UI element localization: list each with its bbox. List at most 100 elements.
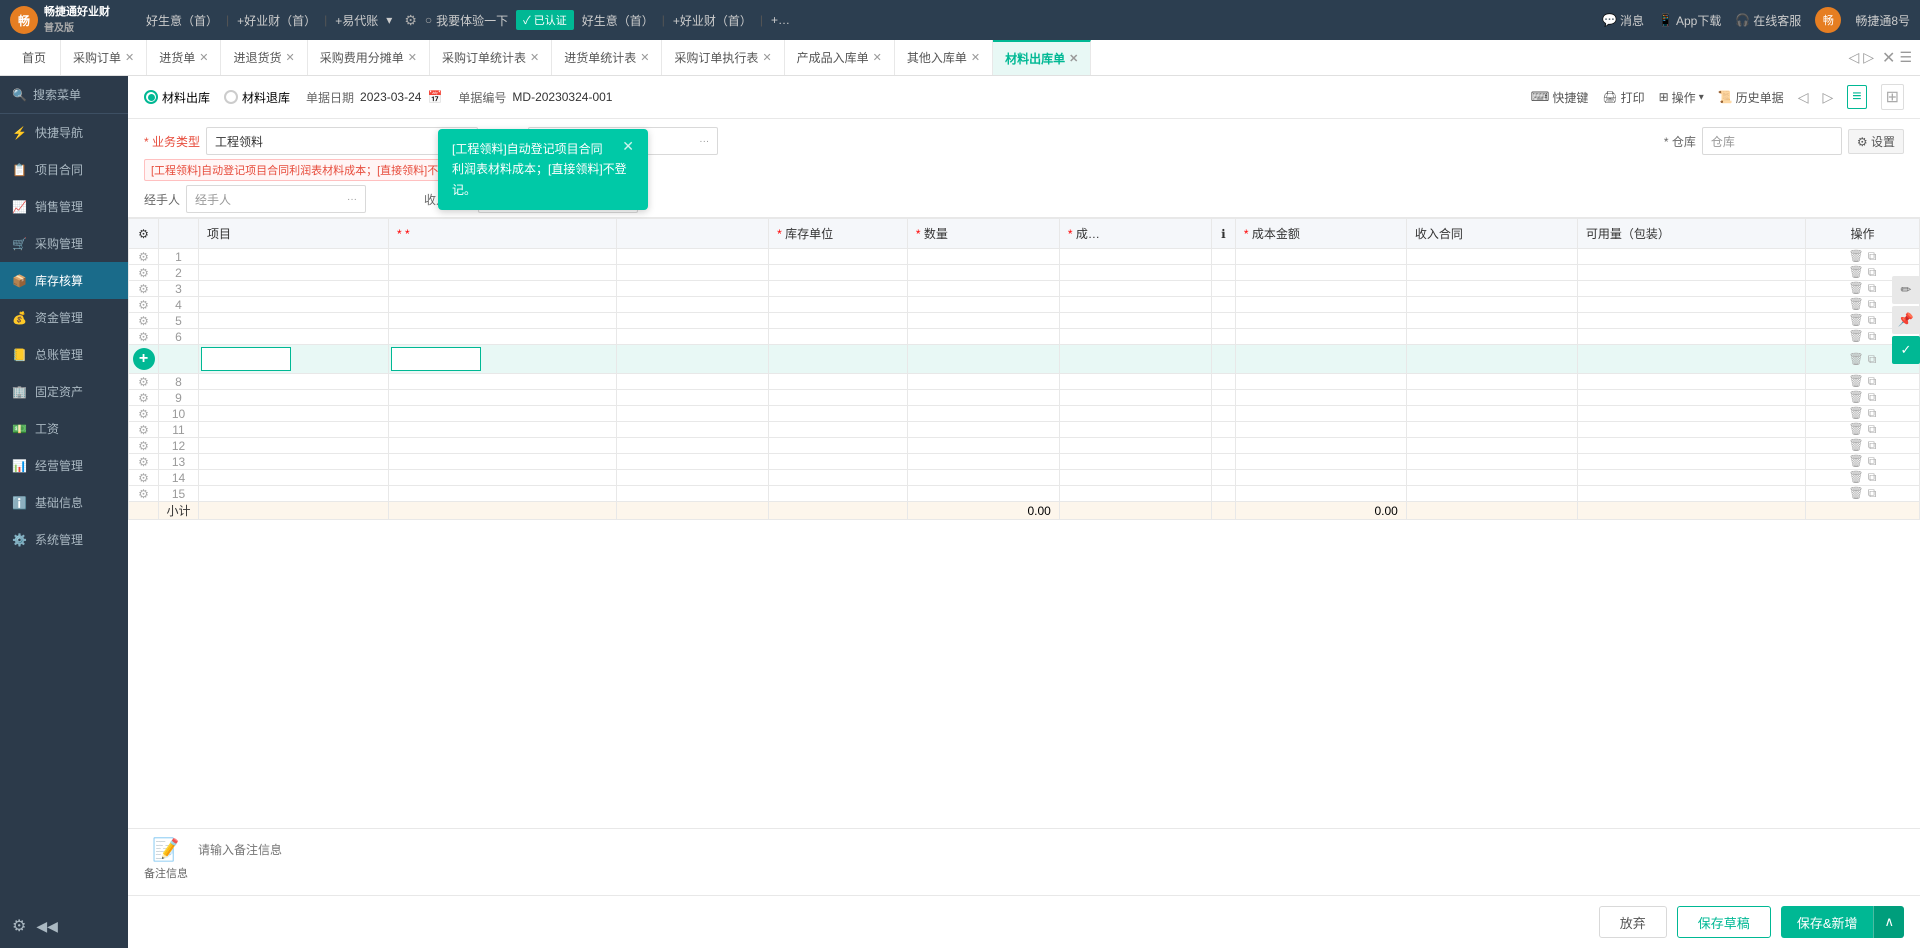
sidebar-item-finance[interactable]: 💰 资金管理 <box>0 299 128 336</box>
delete-row-btn[interactable]: 🗑 <box>1849 281 1864 295</box>
tab-home[interactable]: 首页 <box>8 40 61 76</box>
row-settings-icon[interactable]: ⚙ <box>138 423 149 437</box>
copy-row-btn[interactable]: ⧉ <box>1868 313 1877 327</box>
tab-bar-close-all[interactable]: ✕ <box>1882 48 1895 68</box>
delete-row-btn[interactable]: 🗑 <box>1849 438 1864 452</box>
tab-bar-prev[interactable]: ◁ <box>1848 49 1859 66</box>
tab-other-instock[interactable]: 其他入库单✕ <box>895 40 993 76</box>
copy-row-btn[interactable]: ⧉ <box>1868 281 1877 295</box>
tab-bar-menu[interactable]: ☰ <box>1899 49 1912 66</box>
try-btn[interactable]: ○ 我要体验一下 <box>425 12 508 29</box>
tab-close-alloc[interactable]: ✕ <box>408 51 417 64</box>
sidebar-item-project[interactable]: 📋 项目合同 <box>0 151 128 188</box>
message-btn[interactable]: 💬消息 <box>1602 12 1644 29</box>
row-settings-icon[interactable]: ⚙ <box>138 266 149 280</box>
grid-view-btn[interactable]: ⊞ <box>1881 84 1904 110</box>
prev-doc-btn[interactable]: ◁ <box>1798 89 1809 106</box>
sidebar-item-purchase[interactable]: 🛒 采购管理 <box>0 225 128 262</box>
copy-row-btn[interactable]: ⧉ <box>1868 406 1877 420</box>
copy-row-btn[interactable]: ⧉ <box>1868 329 1877 343</box>
tab-product-instock[interactable]: 产成品入库单✕ <box>785 40 895 76</box>
history-btn[interactable]: 📜 历史单据 <box>1718 89 1784 106</box>
delete-row-btn[interactable]: 🗑 <box>1849 406 1864 420</box>
copy-row-btn[interactable]: ⧉ <box>1868 249 1877 263</box>
save-new-arrow-btn[interactable]: ∧ <box>1873 906 1904 938</box>
row-settings-icon[interactable]: ⚙ <box>138 250 149 264</box>
list-view-btn[interactable]: ≡ <box>1847 85 1866 109</box>
row-settings-icon[interactable]: ⚙ <box>138 471 149 485</box>
tab-close-other[interactable]: ✕ <box>971 51 980 64</box>
row-settings-icon[interactable]: ⚙ <box>138 375 149 389</box>
sidebar-item-ledger[interactable]: 📒 总账管理 <box>0 336 128 373</box>
copy-row-btn[interactable]: ⧉ <box>1868 438 1877 452</box>
radio-material-back[interactable]: 材料退库 <box>224 89 290 106</box>
row-settings-icon[interactable]: ⚙ <box>138 439 149 453</box>
copy-row-btn[interactable]: ⧉ <box>1868 422 1877 436</box>
tab-close-incoming-stats[interactable]: ✕ <box>640 51 649 64</box>
nav-haoshengyi[interactable]: 好生意（首） <box>146 12 218 29</box>
row-settings-icon[interactable]: ⚙ <box>138 298 149 312</box>
sidebar-settings-btn[interactable]: ⚙ <box>12 916 26 936</box>
sidebar-item-basic[interactable]: ℹ️ 基础信息 <box>0 484 128 521</box>
tab-incoming[interactable]: 进货单✕ <box>147 40 221 76</box>
online-service-btn[interactable]: 🎧在线客服 <box>1735 12 1801 29</box>
copy-active-row-btn[interactable]: ⧉ <box>1868 352 1877 366</box>
copy-row-btn[interactable]: ⧉ <box>1868 374 1877 388</box>
sidebar-item-sales[interactable]: 📈 销售管理 <box>0 188 128 225</box>
tab-close-purchase[interactable]: ✕ <box>125 51 134 64</box>
print-btn[interactable]: 🖨 打印 <box>1602 89 1644 106</box>
tab-close-exec[interactable]: ✕ <box>762 51 771 64</box>
copy-row-btn[interactable]: ⧉ <box>1868 265 1877 279</box>
tab-purchase-stats[interactable]: 采购订单统计表✕ <box>430 40 552 76</box>
row-settings-icon[interactable]: ⚙ <box>138 391 149 405</box>
save-draft-btn[interactable]: 保存草稿 <box>1677 906 1771 938</box>
sidebar-item-kuaijie[interactable]: ⚡ 快捷导航 <box>0 114 128 151</box>
tab-close-incoming[interactable]: ✕ <box>199 51 208 64</box>
nav-yidaizh[interactable]: +易代账 <box>335 12 378 29</box>
sidebar-item-mgmt[interactable]: 📊 经营管理 <box>0 447 128 484</box>
radio-material-out[interactable]: 材料出库 <box>144 89 210 106</box>
right-icon-pin[interactable]: 📌 <box>1892 306 1920 334</box>
sidebar-item-assets[interactable]: 🏢 固定资产 <box>0 373 128 410</box>
nav-more-haoshengyi[interactable]: 好生意（首） <box>582 12 654 29</box>
tab-return[interactable]: 进退货货✕ <box>221 40 307 76</box>
tab-material-outstock[interactable]: 材料出库单✕ <box>993 40 1091 76</box>
doc-num-value[interactable]: MD-20230324-001 <box>512 90 612 104</box>
sidebar-collapse-btn[interactable]: ◀◀ <box>36 918 58 935</box>
shortcut-key-btn[interactable]: ⌨ 快捷键 <box>1531 89 1589 106</box>
save-new-main-btn[interactable]: 保存&新增 <box>1781 906 1874 938</box>
add-row-btn[interactable]: + <box>133 348 155 370</box>
operation-btn[interactable]: ⊞ 操作 ▾ <box>1659 89 1704 106</box>
right-icon-green[interactable]: ✓ <box>1892 336 1920 364</box>
tab-purchase-order[interactable]: 采购订单✕ <box>61 40 147 76</box>
tab-incoming-stats[interactable]: 进货单统计表✕ <box>552 40 662 76</box>
sidebar-item-inventory[interactable]: 📦 库存核算 <box>0 262 128 299</box>
active-row-material-input[interactable] <box>391 347 481 371</box>
user-avatar[interactable]: 畅 <box>1815 7 1841 33</box>
row-settings-icon[interactable]: ⚙ <box>138 407 149 421</box>
calendar-icon[interactable]: 📅 <box>427 90 442 104</box>
tooltip-close-btn[interactable]: ✕ <box>622 139 634 153</box>
delete-row-btn[interactable]: 🗑 <box>1849 422 1864 436</box>
sidebar-item-system[interactable]: ⚙️ 系统管理 <box>0 521 128 558</box>
notes-input[interactable] <box>198 837 1904 887</box>
delete-row-btn[interactable]: 🗑 <box>1849 265 1864 279</box>
delete-active-row-btn[interactable]: 🗑 <box>1849 352 1864 366</box>
delete-row-btn[interactable]: 🗑 <box>1849 470 1864 484</box>
date-value[interactable]: 2023-03-24 <box>360 90 421 104</box>
warehouse-input[interactable]: 仓库 <box>1702 127 1842 155</box>
delete-row-btn[interactable]: 🗑 <box>1849 486 1864 500</box>
copy-row-btn[interactable]: ⧉ <box>1868 297 1877 311</box>
delete-row-btn[interactable]: 🗑 <box>1849 454 1864 468</box>
delete-row-btn[interactable]: 🗑 <box>1849 390 1864 404</box>
nav-more-etc[interactable]: +… <box>771 13 790 27</box>
tab-purchase-alloc[interactable]: 采购费用分摊单✕ <box>308 40 430 76</box>
discard-btn[interactable]: 放弃 <box>1599 906 1667 938</box>
copy-row-btn[interactable]: ⧉ <box>1868 390 1877 404</box>
active-row-project-input[interactable] <box>201 347 291 371</box>
row-settings-icon[interactable]: ⚙ <box>138 487 149 501</box>
tab-close-stats[interactable]: ✕ <box>530 51 539 64</box>
username-label[interactable]: 畅捷通8号 <box>1855 12 1910 29</box>
sidebar-item-salary[interactable]: 💵 工资 <box>0 410 128 447</box>
row-settings-icon[interactable]: ⚙ <box>138 282 149 296</box>
